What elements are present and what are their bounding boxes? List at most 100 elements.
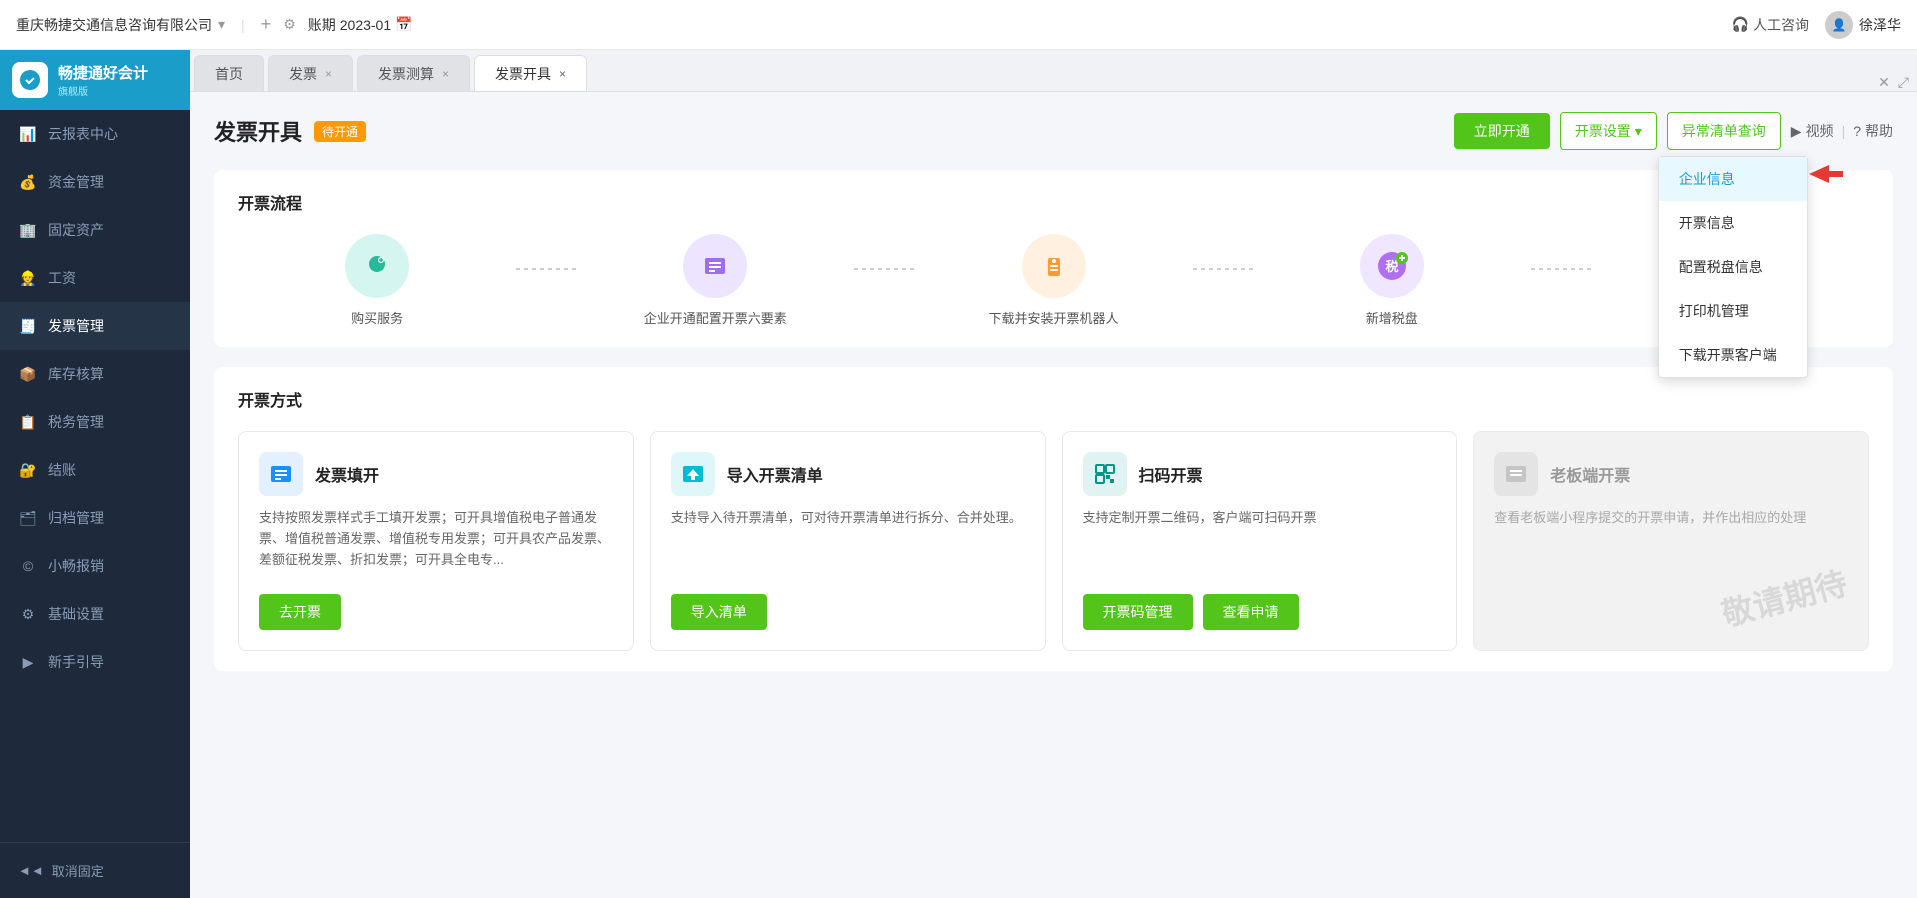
card2-name: 导入开票清单 <box>727 462 823 486</box>
sidebar-item-tax[interactable]: 📋 税务管理 <box>0 398 190 446</box>
exception-button[interactable]: 异常清单查询 <box>1667 112 1781 150</box>
card1-header: 发票填开 <box>259 452 613 496</box>
sidebar-item-salary[interactable]: 👷 工资 <box>0 254 190 302</box>
add-company-button[interactable]: + <box>261 14 272 35</box>
tab-calc-label: 发票测算 <box>378 64 434 84</box>
header-actions: 立即开通 开票设置 ▾ <box>1454 112 1893 150</box>
tab-invoice[interactable]: 发票 × <box>268 55 353 91</box>
step-divider-2 <box>854 268 914 270</box>
card3-header: 扫码开票 <box>1083 452 1437 496</box>
sidebar-label: 小畅报销 <box>48 556 104 576</box>
step3-icon <box>1022 234 1086 298</box>
step2-label: 企业开通配置开票六要素 <box>644 308 787 327</box>
methods-section: 开票方式 发票填开 支持按照发票样式手工填开发票；可开具增值税电子普通发票、增值… <box>214 367 1893 671</box>
sidebar-bottom: ◄◄ 取消固定 <box>0 842 190 898</box>
method-card-import: 导入开票清单 支持导入待开票清单，可对待开票清单进行拆分、合并处理。 导入清单 <box>650 431 1046 651</box>
tab-bar: 首页 发票 × 发票测算 × 发票开具 × ✕ ⤢ <box>190 50 1917 92</box>
sidebar-item-cloud-reports[interactable]: 📊 云报表中心 <box>0 110 190 158</box>
sidebar-item-guide[interactable]: ▶ 新手引导 <box>0 638 190 686</box>
tab-invoice-label: 发票 <box>289 64 317 84</box>
tab-close-all-icon[interactable]: ✕ <box>1878 74 1890 91</box>
dropdown-item-invoice-info[interactable]: 开票信息 <box>1659 201 1807 245</box>
step4-label: 新增税盘 <box>1366 308 1418 327</box>
red-arrow-icon <box>1809 163 1843 185</box>
money-icon: 💰 <box>18 172 38 192</box>
username: 徐泽华 <box>1859 15 1901 35</box>
tab-calc-close[interactable]: × <box>442 68 449 80</box>
card2-import-button[interactable]: 导入清单 <box>671 594 767 630</box>
dropdown-item-printer[interactable]: 打印机管理 <box>1659 289 1807 333</box>
tab-invoice-close[interactable]: × <box>325 68 332 80</box>
sidebar-bottom-label: 取消固定 <box>52 861 104 880</box>
page-header: 发票开具 待开通 立即开通 开票设置 ▾ <box>214 112 1893 150</box>
archive-icon: 🗂 <box>18 508 38 528</box>
separator2: | <box>1842 123 1846 139</box>
sidebar-label: 税务管理 <box>48 412 104 432</box>
company-selector[interactable]: 重庆畅捷交通信息咨询有限公司 ▾ <box>16 15 225 35</box>
top-bar-right: 🎧 人工咨询 👤 徐泽华 <box>1732 11 1901 39</box>
sidebar-item-capital[interactable]: 💰 资金管理 <box>0 158 190 206</box>
step2-icon <box>683 234 747 298</box>
card4-name: 老板端开票 <box>1550 462 1630 486</box>
sidebar-label: 发票管理 <box>48 316 104 336</box>
service-button[interactable]: 🎧 人工咨询 <box>1732 15 1809 35</box>
card3-buttons: 开票码管理 查看申请 <box>1083 582 1437 630</box>
calendar-icon[interactable]: 📅 <box>395 16 412 33</box>
card3-name: 扫码开票 <box>1139 462 1203 486</box>
sidebar-item-checkout[interactable]: 🔐 结账 <box>0 446 190 494</box>
activate-button[interactable]: 立即开通 <box>1454 113 1550 149</box>
top-bar: 重庆畅捷交通信息咨询有限公司 ▾ | + ⚙ 账期 2023-01 📅 🎧 人工… <box>0 0 1917 50</box>
step-divider-1 <box>516 268 576 270</box>
sidebar-item-archive[interactable]: 🗂 归档管理 <box>0 494 190 542</box>
tab-home[interactable]: 首页 <box>194 55 264 91</box>
help-label: 帮助 <box>1865 121 1893 141</box>
tab-invoice-issue[interactable]: 发票开具 × <box>474 55 587 91</box>
settings-button[interactable]: 开票设置 ▾ <box>1560 112 1657 150</box>
card3-apply-button[interactable]: 查看申请 <box>1203 594 1299 630</box>
unpin-icon: ◄◄ <box>18 863 44 878</box>
logo-icon <box>12 62 48 98</box>
page-title: 发票开具 <box>214 115 302 147</box>
logo-title: 畅捷通好会计 <box>58 62 148 83</box>
sidebar-item-inventory[interactable]: 📦 库存核算 <box>0 350 190 398</box>
settings-gear-icon[interactable]: ⚙ <box>283 16 296 33</box>
inventory-icon: 📦 <box>18 364 38 384</box>
flow-step-2: 企业开通配置开票六要素 <box>576 234 854 327</box>
sidebar-logo: 畅捷通好会计 旗舰版 <box>0 50 190 110</box>
sidebar-label: 归档管理 <box>48 508 104 528</box>
sidebar-label: 结账 <box>48 460 76 480</box>
sidebar-item-settings[interactable]: ⚙ 基础设置 <box>0 590 190 638</box>
help-button[interactable]: ▶ 视频 | ? 帮助 <box>1791 121 1893 141</box>
tab-expand-icon[interactable]: ⤢ <box>1898 74 1909 91</box>
tab-home-label: 首页 <box>215 64 243 84</box>
sidebar-unpin-button[interactable]: ◄◄ 取消固定 <box>0 851 190 890</box>
step1-icon <box>345 234 409 298</box>
card1-goto-button[interactable]: 去开票 <box>259 594 341 630</box>
card2-header: 导入开票清单 <box>671 452 1025 496</box>
tab-issue-close[interactable]: × <box>559 68 566 80</box>
dropdown-item-company[interactable]: 企业信息 <box>1659 157 1807 201</box>
sidebar-item-expense[interactable]: © 小畅报销 <box>0 542 190 590</box>
card1-icon <box>259 452 303 496</box>
sidebar-item-fixed-assets[interactable]: 🏢 固定资产 <box>0 206 190 254</box>
card3-desc: 支持定制开票二维码，客户端可扫码开票 <box>1083 508 1437 570</box>
chart-icon: 📊 <box>18 124 38 144</box>
dropdown-item-tax-config[interactable]: 配置税盘信息 <box>1659 245 1807 289</box>
video-icon: ▶ <box>1791 123 1802 140</box>
page-title-area: 发票开具 待开通 <box>214 115 366 147</box>
card3-qrcode-button[interactable]: 开票码管理 <box>1083 594 1193 630</box>
dropdown-item-download-client[interactable]: 下载开票客户端 <box>1659 333 1807 377</box>
asset-icon: 🏢 <box>18 220 38 240</box>
avatar: 👤 <box>1825 11 1853 39</box>
tab-invoice-calc[interactable]: 发票测算 × <box>357 55 470 91</box>
company-name: 重庆畅捷交通信息咨询有限公司 <box>16 15 212 35</box>
page-content: 发票开具 待开通 立即开通 开票设置 ▾ <box>190 92 1917 898</box>
user-info[interactable]: 👤 徐泽华 <box>1825 11 1901 39</box>
card1-name: 发票填开 <box>315 462 379 486</box>
flow-step-3: 下载并安装开票机器人 <box>914 234 1192 327</box>
main-layout: 畅捷通好会计 旗舰版 📊 云报表中心 💰 资金管理 🏢 固定资产 👷 工资 <box>0 50 1917 898</box>
sidebar: 畅捷通好会计 旗舰版 📊 云报表中心 💰 资金管理 🏢 固定资产 👷 工资 <box>0 50 190 898</box>
logo-text-area: 畅捷通好会计 旗舰版 <box>58 62 148 98</box>
sidebar-item-invoice[interactable]: 🧾 发票管理 <box>0 302 190 350</box>
invoice-icon: 🧾 <box>18 316 38 336</box>
